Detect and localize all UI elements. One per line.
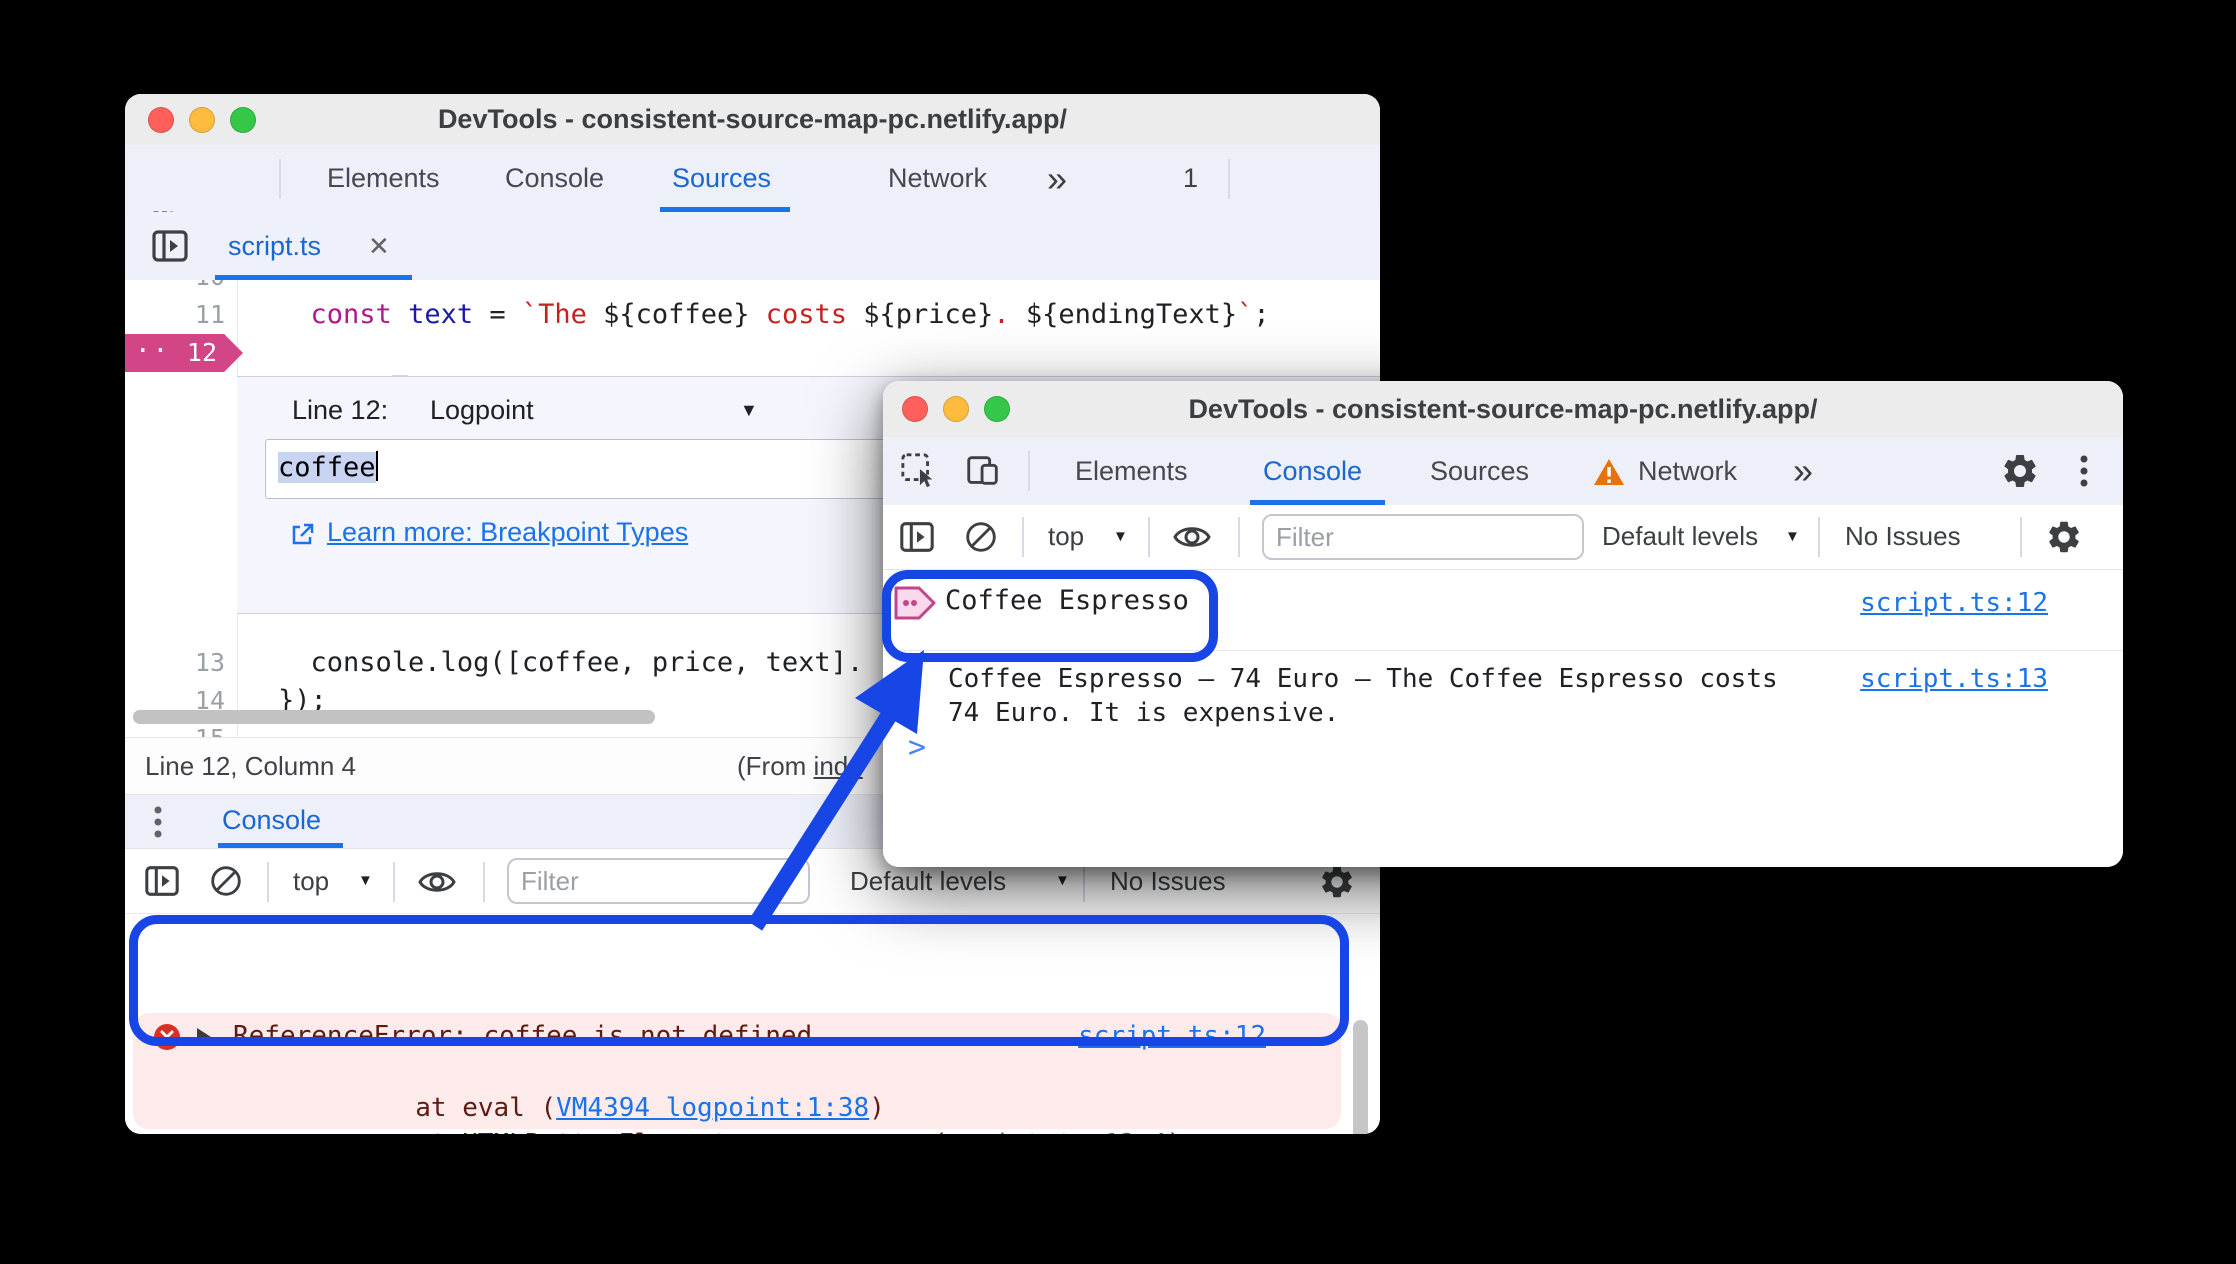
source-location-link[interactable]: script.ts:12 bbox=[1078, 1018, 1266, 1054]
stack-link[interactable]: script.ts:12:4 bbox=[947, 1129, 1166, 1134]
line-number[interactable]: 11 bbox=[125, 296, 225, 334]
console-settings-gear-icon[interactable] bbox=[2045, 518, 2083, 556]
live-expression-eye-icon[interactable] bbox=[1172, 517, 1212, 557]
toolbar-separator bbox=[1818, 517, 1820, 557]
tab-sources[interactable]: Sources bbox=[672, 145, 771, 212]
toolbar-separator bbox=[1148, 517, 1150, 557]
toolbar-separator bbox=[483, 862, 485, 902]
show-console-sidebar-icon[interactable] bbox=[898, 518, 936, 556]
tab-console[interactable]: Console bbox=[505, 145, 604, 212]
toolbar-separator bbox=[1022, 517, 1024, 557]
tab-sources[interactable]: Sources bbox=[1430, 437, 1529, 505]
expand-stack-icon[interactable] bbox=[197, 1028, 211, 1046]
drawer-more-tools-icon[interactable] bbox=[153, 805, 163, 839]
more-tabs-chevron[interactable]: » bbox=[1047, 145, 1067, 212]
row-separator bbox=[883, 650, 2123, 651]
breakpoint-type-select[interactable]: Logpoint bbox=[430, 389, 534, 431]
breakpoint-type-dropdown-icon[interactable]: ▼ bbox=[740, 389, 758, 431]
source-location-link[interactable]: script.ts:13 bbox=[1860, 662, 2048, 696]
drawer-tab-console[interactable]: Console bbox=[222, 795, 321, 845]
window-title: DevTools - consistent-source-map-pc.netl… bbox=[1188, 394, 1818, 424]
toolbar-separator bbox=[1083, 862, 1085, 902]
source-origin: (From inde bbox=[737, 738, 863, 794]
device-toolbar-icon[interactable] bbox=[964, 452, 1002, 490]
tab-network[interactable]: Network bbox=[888, 145, 987, 212]
console-prompt-chevron[interactable]: > bbox=[908, 730, 926, 765]
levels-dropdown-icon[interactable]: ▼ bbox=[1785, 505, 1800, 568]
logpoint-gutter-badge[interactable]: ·· 12 bbox=[125, 334, 243, 372]
context-selector[interactable]: top bbox=[1048, 505, 1084, 568]
close-tab-icon[interactable]: ✕ bbox=[368, 212, 390, 280]
logpoint-dots-icon: ·· bbox=[135, 336, 171, 366]
clear-console-icon[interactable] bbox=[962, 518, 1000, 556]
titlebar: DevTools - consistent-source-map-pc.netl… bbox=[883, 381, 2123, 438]
console-filter-input[interactable] bbox=[1262, 514, 1584, 560]
context-selector[interactable]: top bbox=[293, 849, 329, 913]
error-message: ReferenceError: coffee is not defined bbox=[233, 1021, 813, 1051]
console-settings-gear-icon[interactable] bbox=[1318, 863, 1356, 901]
logpoint-badge-icon bbox=[894, 586, 936, 620]
toolbar-separator bbox=[1238, 517, 1240, 557]
clear-console-icon[interactable] bbox=[207, 862, 245, 900]
tab-network[interactable]: Network bbox=[1638, 437, 1737, 505]
main-toolbar: Elements Console Sources Network » bbox=[883, 437, 2123, 506]
origin-prefix: (From bbox=[737, 751, 814, 781]
tab-elements[interactable]: Elements bbox=[327, 145, 440, 212]
inspect-icon[interactable] bbox=[900, 452, 938, 490]
code-line-12[interactable]: (document.querySelector('p') as HTMLPara… bbox=[278, 334, 1380, 406]
logpoint-output: Coffee Espresso bbox=[945, 585, 1189, 616]
logpoint-expression-value: coffee bbox=[278, 452, 376, 483]
stack-frame-2: at HTMLButtonElement.<anonymous> (script… bbox=[290, 1090, 1182, 1134]
toolbar-separator bbox=[393, 862, 395, 902]
desktop: { "colors": { "annotation_blue": "#1846e… bbox=[0, 0, 2236, 1264]
devtools-window-front: DevTools - consistent-source-map-pc.netl… bbox=[883, 381, 2123, 867]
code-line-11[interactable]: const text = `The ${coffee} costs ${pric… bbox=[278, 296, 1380, 334]
sources-tabstrip: script.ts ✕ bbox=[125, 212, 1380, 281]
show-console-sidebar-icon[interactable] bbox=[143, 862, 181, 900]
text-caret bbox=[375, 451, 378, 481]
toolbar-separator bbox=[2020, 517, 2022, 557]
vertical-scrollbar[interactable] bbox=[1353, 1020, 1368, 1134]
toolbar-separator bbox=[1228, 159, 1230, 199]
console-log-line2: 74 Euro. It is expensive. bbox=[948, 698, 1340, 728]
console-log-line1: Coffee Espresso – 74 Euro – The Coffee E… bbox=[948, 664, 1778, 694]
line-number[interactable]: 13 bbox=[125, 644, 225, 682]
file-tab-scriptts[interactable]: script.ts bbox=[228, 212, 321, 280]
origin-link[interactable]: inde bbox=[814, 751, 863, 781]
log-levels-selector[interactable]: Default levels bbox=[1602, 505, 1758, 568]
context-dropdown-icon[interactable]: ▼ bbox=[358, 849, 373, 913]
titlebar: DevTools - consistent-source-map-pc.netl… bbox=[125, 94, 1380, 146]
more-options-icon[interactable] bbox=[2079, 454, 2089, 488]
console-error-row[interactable]: ReferenceError: coffee is not defined at… bbox=[133, 1013, 1341, 1134]
breakpoint-line-label: Line 12: bbox=[292, 395, 389, 425]
tab-elements[interactable]: Elements bbox=[1075, 437, 1188, 505]
toolbar-separator bbox=[279, 159, 281, 199]
console-filter-input[interactable] bbox=[507, 858, 810, 904]
console-messages: ReferenceError: coffee is not defined at… bbox=[125, 914, 1380, 1134]
error-count[interactable]: 1 bbox=[1183, 145, 1198, 212]
warning-icon bbox=[1594, 459, 1624, 485]
tab-console[interactable]: Console bbox=[1263, 437, 1362, 505]
issues-counter[interactable]: No Issues bbox=[1845, 505, 1961, 568]
settings-gear-icon[interactable] bbox=[2000, 451, 2040, 491]
external-link-icon bbox=[292, 523, 314, 545]
line-number-12: 12 bbox=[186, 338, 217, 367]
live-expression-eye-icon[interactable] bbox=[417, 862, 457, 902]
context-dropdown-icon[interactable]: ▼ bbox=[1113, 505, 1128, 568]
more-tabs-chevron[interactable]: » bbox=[1793, 437, 1813, 505]
error-icon bbox=[154, 1024, 180, 1050]
show-navigator-icon[interactable] bbox=[150, 226, 190, 266]
horizontal-scrollbar[interactable] bbox=[133, 710, 655, 724]
source-location-link[interactable]: script.ts:12 bbox=[1860, 586, 2048, 620]
main-toolbar: Elements Console Sources Network » 1 bbox=[125, 145, 1380, 246]
console-messages: Coffee Espresso script.ts:12 Coffee Espr… bbox=[883, 570, 2123, 867]
line-number[interactable]: 10 bbox=[125, 280, 225, 296]
console-toolbar: top ▼ Default levels ▼ No Issues bbox=[883, 505, 2123, 570]
learn-more-link[interactable]: Learn more: Breakpoint Types bbox=[327, 517, 688, 548]
toolbar-separator bbox=[267, 862, 269, 902]
toolbar-separator bbox=[1028, 451, 1030, 491]
window-title: DevTools - consistent-source-map-pc.netl… bbox=[437, 104, 1068, 134]
cursor-position: Line 12, Column 4 bbox=[145, 751, 357, 781]
